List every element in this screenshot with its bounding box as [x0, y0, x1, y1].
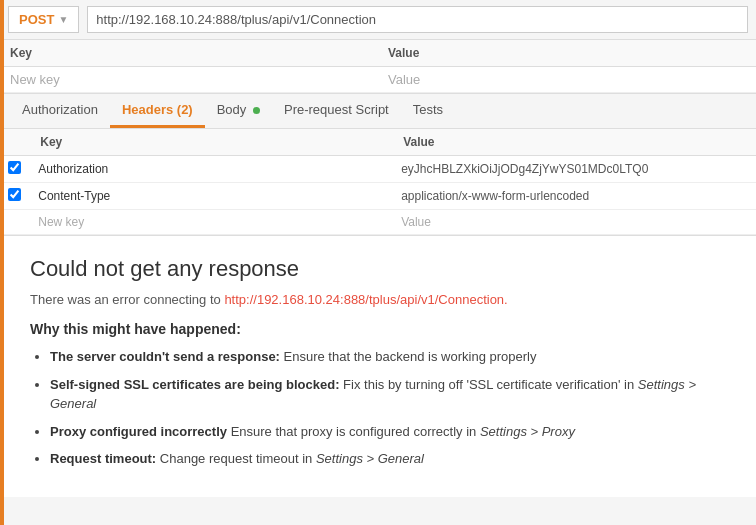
headers-key-header: Key [30, 129, 393, 156]
bullet-1-normal: Ensure that the backend is working prope… [284, 349, 537, 364]
tab-tests[interactable]: Tests [401, 94, 455, 128]
params-new-value[interactable]: Value [378, 67, 756, 93]
bullet-2-bold: Self-signed SSL certificates are being b… [50, 377, 339, 392]
body-dot [253, 107, 260, 114]
header-key-content-type: Content-Type [38, 189, 110, 203]
bullet-2-normal: Fix this by turning off 'SSL certificate… [343, 377, 638, 392]
response-area: Could not get any response There was an … [0, 236, 756, 497]
left-accent [0, 0, 4, 497]
bullet-3-bold: Proxy configured incorrectly [50, 424, 227, 439]
bullet-3-normal: Ensure that proxy is configured correctl… [231, 424, 480, 439]
header-row-new: New key Value [0, 210, 756, 235]
why-title: Why this might have happened: [30, 321, 726, 337]
bullet-2: Self-signed SSL certificates are being b… [50, 375, 726, 414]
header-key-authorization: Authorization [38, 162, 108, 176]
headers-check-col [0, 129, 30, 156]
header-row-authorization: Authorization eyJhcHBLZXkiOiJjODg4ZjYwYS… [0, 156, 756, 183]
header-checkbox-authorization[interactable] [8, 161, 21, 174]
tab-prerequest[interactable]: Pre-request Script [272, 94, 401, 128]
top-bar: POST ▼ [0, 0, 756, 40]
bullet-4-normal: Change request timeout in [160, 451, 316, 466]
headers-section: Key Value Authorization eyJhcHBLZXkiOiJj… [0, 129, 756, 236]
bullet-1: The server couldn't send a response: Ens… [50, 347, 726, 367]
header-val-content-type: application/x-www-form-urlencoded [401, 189, 589, 203]
bullet-1-bold: The server couldn't send a response: [50, 349, 280, 364]
bullet-3: Proxy configured incorrectly Ensure that… [50, 422, 726, 442]
params-key-header: Key [0, 40, 378, 67]
method-label: POST [19, 12, 54, 27]
error-url-line: There was an error connecting to http://… [30, 292, 726, 307]
tab-headers[interactable]: Headers (2) [110, 94, 205, 128]
url-input[interactable] [87, 6, 748, 33]
params-new-key[interactable]: New key [0, 67, 378, 93]
params-table: Key Value New key Value [0, 40, 756, 94]
header-checkbox-content-type[interactable] [8, 188, 21, 201]
bullet-4-bold: Request timeout: [50, 451, 156, 466]
tab-body[interactable]: Body [205, 94, 272, 128]
error-prefix: There was an error connecting to [30, 292, 224, 307]
header-row-content-type: Content-Type application/x-www-form-urle… [0, 183, 756, 210]
headers-value-header: Value [393, 129, 756, 156]
header-new-key: New key [38, 215, 84, 229]
tab-authorization[interactable]: Authorization [10, 94, 110, 128]
bullet-3-italic: Settings > Proxy [480, 424, 575, 439]
bullet-4: Request timeout: Change request timeout … [50, 449, 726, 469]
header-new-val: Value [401, 215, 431, 229]
header-val-authorization: eyJhcHBLZXkiOiJjODg4ZjYwYS01MDc0LTQ0 [401, 162, 648, 176]
params-value-header: Value [378, 40, 756, 67]
bullet-list: The server couldn't send a response: Ens… [30, 347, 726, 469]
response-title: Could not get any response [30, 256, 726, 282]
bullet-4-italic: Settings > General [316, 451, 424, 466]
method-button[interactable]: POST ▼ [8, 6, 79, 33]
tabs-bar: Authorization Headers (2) Body Pre-reque… [0, 94, 756, 129]
error-url: http://192.168.10.24:888/tplus/api/v1/Co… [224, 292, 507, 307]
method-chevron: ▼ [58, 14, 68, 25]
